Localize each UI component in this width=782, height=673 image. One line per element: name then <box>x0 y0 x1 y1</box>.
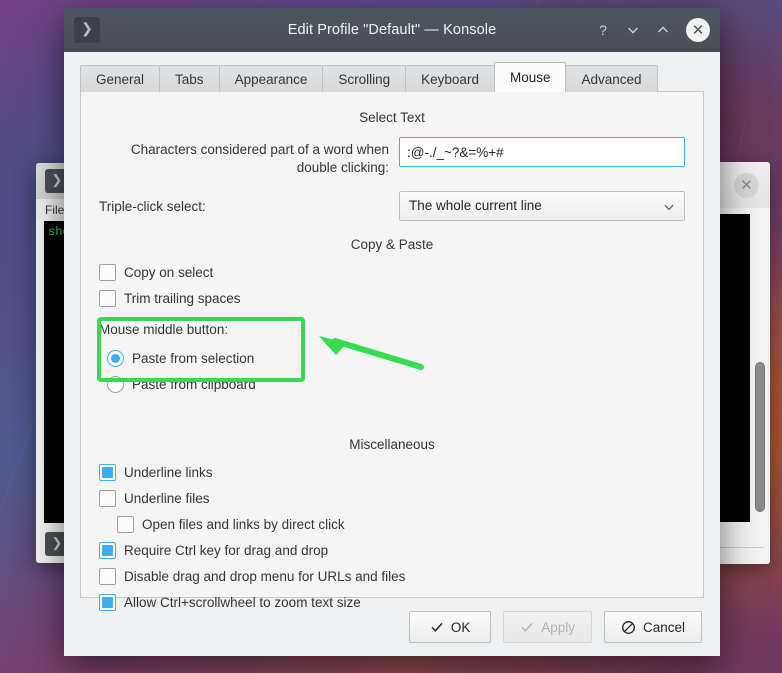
checkbox-label: Underline files <box>124 490 210 506</box>
radio-paste-from-clipboard[interactable]: Paste from clipboard <box>107 375 685 393</box>
apply-button-label: Apply <box>541 619 575 635</box>
checkbox-indicator[interactable] <box>99 290 116 308</box>
triple-click-select[interactable]: The whole current line <box>399 191 685 222</box>
checkbox-indicator[interactable] <box>99 567 116 585</box>
window-controls: ? ✕ <box>594 8 710 52</box>
tab-scrolling[interactable]: Scrolling <box>322 65 407 92</box>
checkbox-trim-trailing-spaces[interactable]: Trim trailing spaces <box>99 290 685 308</box>
tab-tabs[interactable]: Tabs <box>159 65 220 92</box>
cancel-slash-icon <box>621 620 636 635</box>
ok-button[interactable]: OK <box>409 611 492 643</box>
checkbox-label: Underline links <box>124 464 213 480</box>
chevron-down-icon <box>662 192 676 220</box>
check-icon <box>430 620 444 634</box>
radio-label: Paste from selection <box>132 350 255 366</box>
triple-click-label: Triple-click select: <box>99 198 206 214</box>
edit-profile-dialog: ❯ Edit Profile "Default" — Konsole ? ✕ G… <box>64 8 720 656</box>
checkbox-label: Allow Ctrl+scrollwheel to zoom text size <box>124 594 361 610</box>
chevron-up-icon[interactable] <box>654 21 672 39</box>
radio-indicator[interactable] <box>107 375 124 393</box>
ok-button-label: OK <box>450 619 471 635</box>
checkbox-label: Trim trailing spaces <box>124 291 241 307</box>
radio-indicator[interactable] <box>107 349 124 367</box>
tab-appearance[interactable]: Appearance <box>218 65 324 92</box>
wallpaper-streak <box>0 400 41 673</box>
background-right-scrollbar[interactable] <box>755 362 765 512</box>
triple-click-value: The whole current line <box>409 198 542 214</box>
checkbox-indicator[interactable] <box>99 593 116 611</box>
dialog-titlebar[interactable]: ❯ Edit Profile "Default" — Konsole ? ✕ <box>64 8 720 52</box>
close-icon[interactable]: ✕ <box>734 173 759 198</box>
dialog-body: General Tabs Appearance Scrolling Keyboa… <box>64 52 720 611</box>
radio-paste-from-selection[interactable]: Paste from selection <box>107 349 685 367</box>
checkbox-label: Require Ctrl key for drag and drop <box>124 542 329 558</box>
tab-keyboard[interactable]: Keyboard <box>405 65 495 92</box>
cancel-button-label: Cancel <box>642 619 685 635</box>
mouse-settings-panel: Select Text Characters considered part o… <box>80 91 704 611</box>
section-heading-miscellaneous: Miscellaneous <box>349 436 435 452</box>
tab-advanced[interactable]: Advanced <box>565 65 658 92</box>
word-characters-label: Characters considered part of a word whe… <box>130 142 389 176</box>
checkbox-label: Copy on select <box>124 265 214 281</box>
checkbox-indicator[interactable] <box>99 489 116 507</box>
section-heading-select-text: Select Text <box>359 110 425 125</box>
checkbox-copy-on-select[interactable]: Copy on select <box>99 264 685 282</box>
checkbox-indicator[interactable] <box>99 541 116 559</box>
chevron-down-icon[interactable] <box>624 21 642 39</box>
word-characters-row: Characters considered part of a word whe… <box>99 137 685 177</box>
section-heading-copy-paste: Copy & Paste <box>350 237 434 253</box>
radio-label: Paste from clipboard <box>132 376 256 392</box>
checkbox-indicator[interactable] <box>117 515 134 533</box>
checkbox-indicator[interactable] <box>99 463 116 481</box>
checkbox-label: Open files and links by direct click <box>142 516 345 532</box>
checkbox-underline-files[interactable]: Underline files <box>99 489 685 507</box>
cancel-button[interactable]: Cancel <box>603 611 702 643</box>
word-characters-input[interactable] <box>399 137 685 167</box>
mouse-middle-button-label: Mouse middle button: <box>99 322 229 338</box>
apply-button[interactable]: Apply <box>503 611 592 643</box>
help-icon[interactable]: ? <box>594 21 612 39</box>
check-icon <box>520 620 534 634</box>
dialog-title: Edit Profile "Default" — Konsole <box>287 22 497 38</box>
background-right-divider <box>714 547 764 548</box>
close-icon[interactable]: ✕ <box>686 18 710 42</box>
tab-mouse[interactable]: Mouse <box>493 62 567 92</box>
tab-general[interactable]: General <box>80 65 161 92</box>
terminal-icon: ❯ <box>74 17 100 43</box>
settings-tabbar: General Tabs Appearance Scrolling Keyboa… <box>80 62 704 92</box>
checkbox-underline-links[interactable]: Underline links <box>99 463 685 481</box>
checkbox-disable-drag-drop-menu[interactable]: Disable drag and drop menu for URLs and … <box>99 567 685 585</box>
triple-click-row: Triple-click select: The whole current l… <box>99 191 685 222</box>
checkbox-allow-ctrl-scrollwheel-zoom[interactable]: Allow Ctrl+scrollwheel to zoom text size <box>99 593 685 611</box>
checkbox-indicator[interactable] <box>99 264 116 282</box>
checkbox-require-ctrl-drag-drop[interactable]: Require Ctrl key for drag and drop <box>99 541 685 559</box>
checkbox-label: Disable drag and drop menu for URLs and … <box>124 568 406 584</box>
checkbox-open-files-direct-click[interactable]: Open files and links by direct click <box>117 515 685 533</box>
